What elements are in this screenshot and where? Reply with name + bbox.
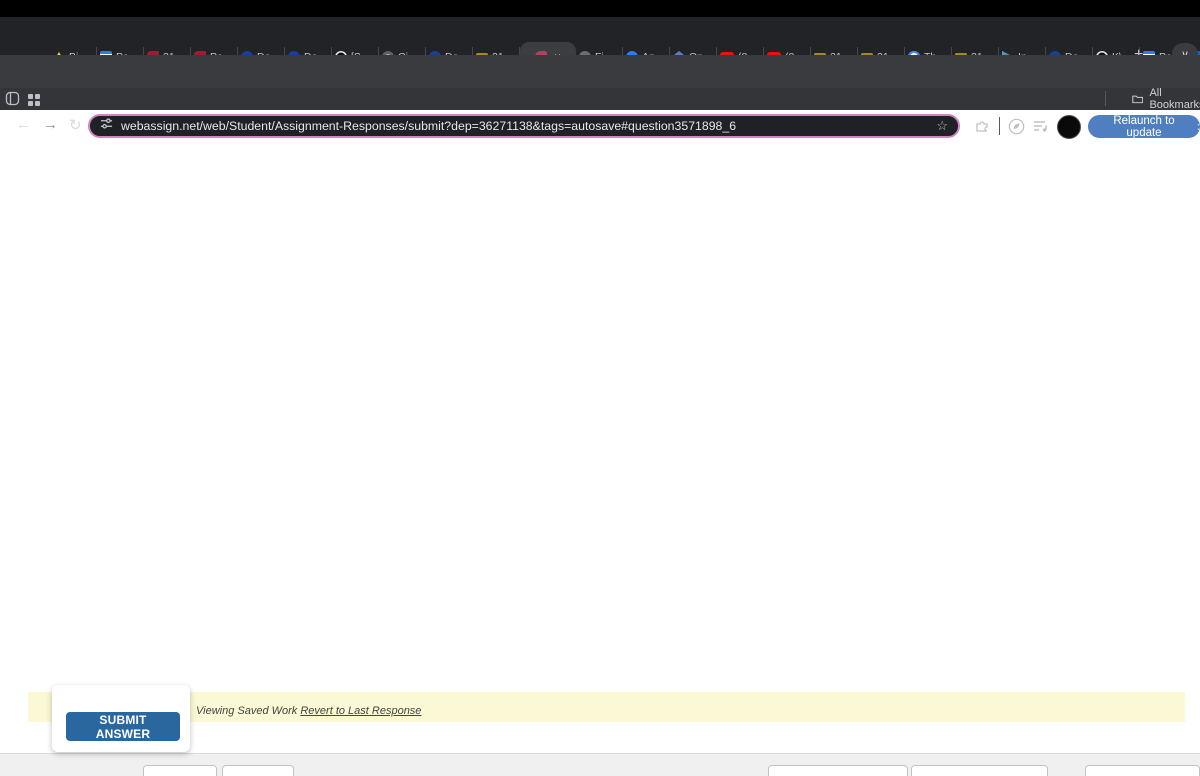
extensions-puzzle-icon[interactable] xyxy=(974,118,992,136)
bottom-strip xyxy=(0,753,1200,776)
revert-to-last-response-link[interactable]: Revert to Last Response xyxy=(300,705,421,717)
folder-icon xyxy=(1132,95,1144,104)
back-button[interactable]: ← xyxy=(10,115,37,134)
saved-work-text: Viewing Saved Work Revert to Last Respon… xyxy=(196,705,421,717)
all-bookmarks-button[interactable]: All Bookmarks xyxy=(1132,87,1200,111)
cutoff-button[interactable] xyxy=(768,765,908,776)
site-settings-icon[interactable] xyxy=(100,117,113,135)
sidebar-panel-icon[interactable] xyxy=(5,91,20,111)
all-bookmarks-label: All Bookmarks xyxy=(1149,87,1200,111)
toolbar-divider xyxy=(999,117,1000,135)
cutoff-button[interactable] xyxy=(143,765,217,776)
top-black-strip xyxy=(0,0,1200,17)
cutoff-button[interactable] xyxy=(1085,765,1200,776)
cutoff-button[interactable] xyxy=(222,765,294,776)
webassign-page xyxy=(0,110,1200,776)
submit-card: SUBMIT ANSWER xyxy=(52,685,190,752)
submit-answer-button[interactable]: SUBMIT ANSWER xyxy=(66,712,180,741)
bookmarks-bar: All Bookmarks xyxy=(0,87,1200,111)
url-text[interactable]: webassign.net/web/Student/Assignment-Res… xyxy=(121,119,928,133)
browser-toolbar: ← → ↻ webassign.net/web/Student/Assignme… xyxy=(0,55,1200,139)
reload-button[interactable]: ↻ xyxy=(63,115,88,135)
cutoff-button[interactable] xyxy=(911,765,1048,776)
extension-leaf-icon[interactable] xyxy=(1008,118,1026,136)
extension-list-icon[interactable] xyxy=(1032,118,1050,136)
screen: BiPa21PaDeDe[SCiDe21×FiApOp(8(82121Th21I… xyxy=(0,0,1200,776)
browser-tab-strip: BiPa21PaDeDe[SCiDe21×FiApOp(8(82121Th21I… xyxy=(0,17,1200,72)
forward-button[interactable]: → xyxy=(37,115,64,134)
url-bar[interactable]: webassign.net/web/Student/Assignment-Res… xyxy=(88,114,960,138)
apps-grid-icon[interactable] xyxy=(28,93,40,111)
bookmarks-divider xyxy=(1105,91,1106,106)
profile-avatar[interactable] xyxy=(1057,115,1081,139)
bookmark-star-icon[interactable]: ☆ xyxy=(936,118,948,134)
browser-menu-icon[interactable]: ⋮ xyxy=(1186,116,1200,134)
viewing-saved-work-label: Viewing Saved Work xyxy=(196,705,301,717)
relaunch-to-update-button[interactable]: Relaunch to update xyxy=(1088,115,1200,139)
